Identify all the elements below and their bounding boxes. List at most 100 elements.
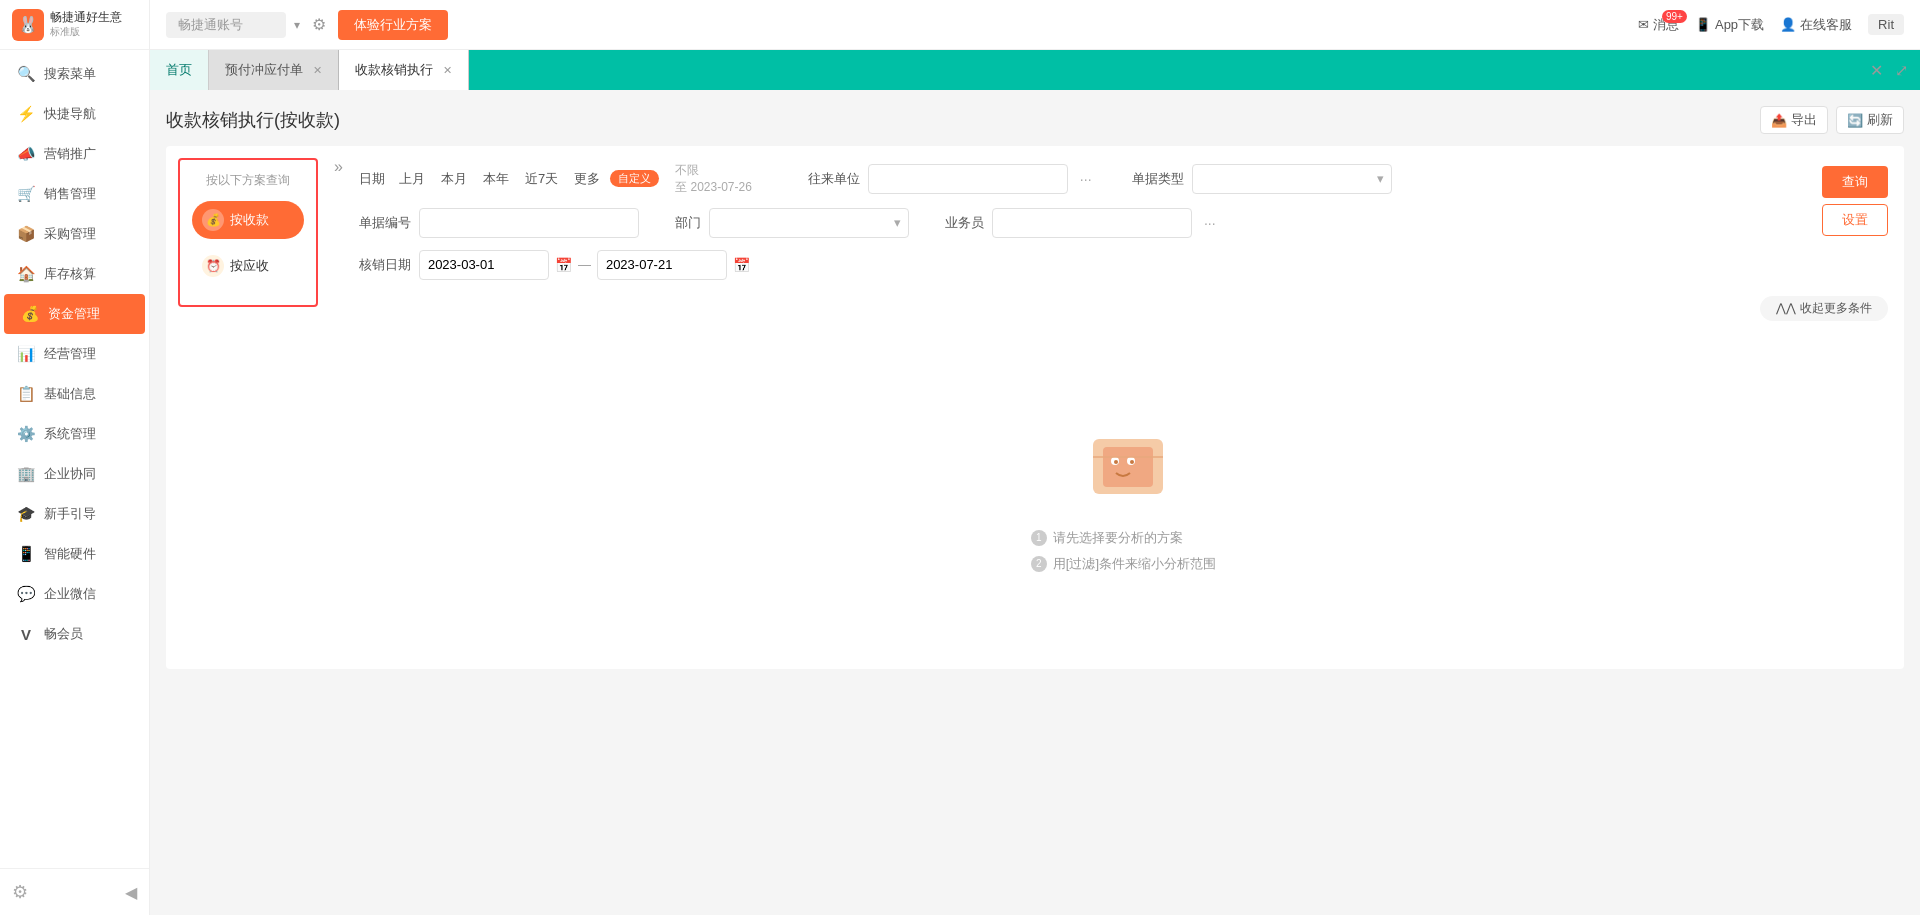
filter-option-by-collection[interactable]: 💰 按收款: [192, 201, 304, 239]
sidebar-item-wechat[interactable]: 💬 企业微信: [0, 574, 149, 614]
sidebar-item-marketing[interactable]: 📣 营销推广: [0, 134, 149, 174]
panel-collapse-toggle[interactable]: »: [330, 146, 343, 176]
counterparty-dots[interactable]: ···: [1076, 171, 1096, 187]
verification-end-input[interactable]: [597, 250, 727, 280]
tab-collection-close[interactable]: ✕: [443, 64, 452, 77]
date-more[interactable]: 更多: [568, 168, 606, 190]
sidebar-settings-icon[interactable]: ⚙: [12, 881, 28, 903]
sidebar-label: 企业协同: [44, 465, 96, 483]
tab-collection[interactable]: 收款核销执行 ✕: [339, 50, 469, 90]
collapse-more: ⋀⋀ 收起更多条件: [359, 292, 1888, 329]
topbar-right: ✉ 消息 99+ 📱 App下载 👤 在线客服 Rit: [1638, 14, 1904, 35]
main-panel: 按以下方案查询 💰 按收款 ⏰ 按应收 »: [166, 146, 1904, 669]
search-row-2: 单据编号 部门 ▾: [359, 208, 1806, 238]
sidebar-item-guide[interactable]: 🎓 新手引导: [0, 494, 149, 534]
by-collection-icon: 💰: [202, 209, 224, 231]
salesperson-dots[interactable]: ···: [1200, 215, 1220, 231]
topbar: 畅捷通账号 ▾ ⚙ 体验行业方案 ✉ 消息 99+ 📱 App下载 👤 在线客服…: [150, 0, 1920, 50]
topbar-user[interactable]: Rit: [1868, 14, 1904, 35]
topbar-online-service[interactable]: 👤 在线客服: [1780, 16, 1852, 34]
salesperson-field: 业务员 ···: [945, 208, 1220, 238]
sidebar-collapse-icon[interactable]: ◀: [125, 883, 137, 902]
query-buttons: 查询 设置: [1822, 162, 1888, 292]
empty-step1: 1 请先选择要分析的方案: [1031, 529, 1216, 547]
empty-step2: 2 用[过滤]条件来缩小分析范围: [1031, 555, 1216, 573]
document-no-label: 单据编号: [359, 214, 411, 232]
tab-expand-button[interactable]: ⤢: [1891, 57, 1912, 84]
topbar-app-download[interactable]: 📱 App下载: [1695, 16, 1764, 34]
query-button[interactable]: 查询: [1822, 166, 1888, 198]
tab-prepay[interactable]: 预付冲应付单 ✕: [209, 50, 339, 90]
document-no-input[interactable]: [419, 208, 639, 238]
app-label: App下载: [1715, 16, 1764, 34]
by-receivable-icon: ⏰: [202, 255, 224, 277]
sidebar-item-enterprise[interactable]: 🏢 企业协同: [0, 454, 149, 494]
date-last-7days[interactable]: 近7天: [519, 168, 564, 190]
topbar-chevron-icon[interactable]: ▾: [294, 18, 300, 32]
service-label: 在线客服: [1800, 16, 1852, 34]
hardware-icon: 📱: [16, 544, 36, 564]
solution-button[interactable]: 体验行业方案: [338, 10, 448, 40]
tab-home[interactable]: 首页: [150, 50, 209, 90]
operation-icon: 📊: [16, 344, 36, 364]
document-no-field: 单据编号: [359, 208, 639, 238]
sidebar-item-quick-nav[interactable]: ⚡ 快捷导航: [0, 94, 149, 134]
filter-panel-title: 按以下方案查询: [192, 172, 304, 189]
verification-end-calendar-icon[interactable]: 📅: [733, 257, 750, 273]
counterparty-input[interactable]: [868, 164, 1068, 194]
department-select[interactable]: [709, 208, 909, 238]
sidebar-item-purchase[interactable]: 📦 采购管理: [0, 214, 149, 254]
counterparty-label: 往来单位: [808, 170, 860, 188]
document-type-select[interactable]: [1192, 164, 1392, 194]
filter-option-by-receivable[interactable]: ⏰ 按应收: [192, 247, 304, 285]
search-fields-panel: 日期 上月 本月 本年 近7天 更多 自定义: [359, 162, 1806, 292]
sidebar-item-finance[interactable]: 💰 资金管理: [4, 294, 145, 334]
sidebar-item-sales[interactable]: 🛒 销售管理: [0, 174, 149, 214]
date-this-month[interactable]: 本月: [435, 168, 473, 190]
verification-start-calendar-icon[interactable]: 📅: [555, 257, 572, 273]
sidebar-label: 搜索菜单: [44, 65, 96, 83]
sidebar-label: 库存核算: [44, 265, 96, 283]
enterprise-icon: 🏢: [16, 464, 36, 484]
filter-panel: 按以下方案查询 💰 按收款 ⏰ 按应收: [178, 158, 318, 307]
sidebar-item-operation[interactable]: 📊 经营管理: [0, 334, 149, 374]
sidebar-label: 基础信息: [44, 385, 96, 403]
verification-start-input[interactable]: [419, 250, 549, 280]
sidebar-item-hardware[interactable]: 📱 智能硬件: [0, 534, 149, 574]
topbar-brand: 畅捷通账号: [166, 12, 286, 38]
department-field: 部门 ▾: [675, 208, 909, 238]
topbar-gear-icon[interactable]: ⚙: [308, 11, 330, 38]
sidebar-item-system[interactable]: ⚙️ 系统管理: [0, 414, 149, 454]
sidebar-item-member[interactable]: V 畅会员: [0, 614, 149, 654]
salesperson-input[interactable]: [992, 208, 1192, 238]
wechat-icon: 💬: [16, 584, 36, 604]
basic-info-icon: 📋: [16, 384, 36, 404]
inventory-icon: 🏠: [16, 264, 36, 284]
sidebar-item-basic-info[interactable]: 📋 基础信息: [0, 374, 149, 414]
date-this-year[interactable]: 本年: [477, 168, 515, 190]
tab-close-all-button[interactable]: ✕: [1866, 57, 1887, 84]
topbar-message[interactable]: ✉ 消息 99+: [1638, 16, 1679, 34]
tab-prepay-close[interactable]: ✕: [313, 64, 322, 77]
collapse-more-button[interactable]: ⋀⋀ 收起更多条件: [1760, 296, 1888, 321]
collapse-more-label: 收起更多条件: [1800, 300, 1872, 317]
logo: 🐰 畅捷通好生意 标准版: [0, 0, 149, 50]
export-button[interactable]: 📤 导出: [1760, 106, 1828, 134]
collapse-arrow-icon: ⋀⋀: [1776, 301, 1796, 315]
refresh-button[interactable]: 🔄 刷新: [1836, 106, 1904, 134]
sidebar-item-search-menu[interactable]: 🔍 搜索菜单: [0, 54, 149, 94]
settings-button[interactable]: 设置: [1822, 204, 1888, 236]
sales-icon: 🛒: [16, 184, 36, 204]
date-last-month[interactable]: 上月: [393, 168, 431, 190]
date-custom[interactable]: 自定义: [610, 170, 659, 187]
document-type-label: 单据类型: [1132, 170, 1184, 188]
logo-subtitle: 标准版: [50, 25, 122, 39]
sidebar-item-inventory[interactable]: 🏠 库存核算: [0, 254, 149, 294]
date-options: 上月 本月 本年 近7天 更多 自定义: [393, 168, 659, 190]
svg-point-5: [1130, 460, 1134, 464]
topbar-left: 畅捷通账号 ▾ ⚙ 体验行业方案: [166, 10, 448, 40]
member-icon: V: [16, 624, 36, 644]
guide-icon: 🎓: [16, 504, 36, 524]
logo-icon: 🐰: [12, 9, 44, 41]
document-type-wrapper: ▾: [1192, 164, 1392, 194]
